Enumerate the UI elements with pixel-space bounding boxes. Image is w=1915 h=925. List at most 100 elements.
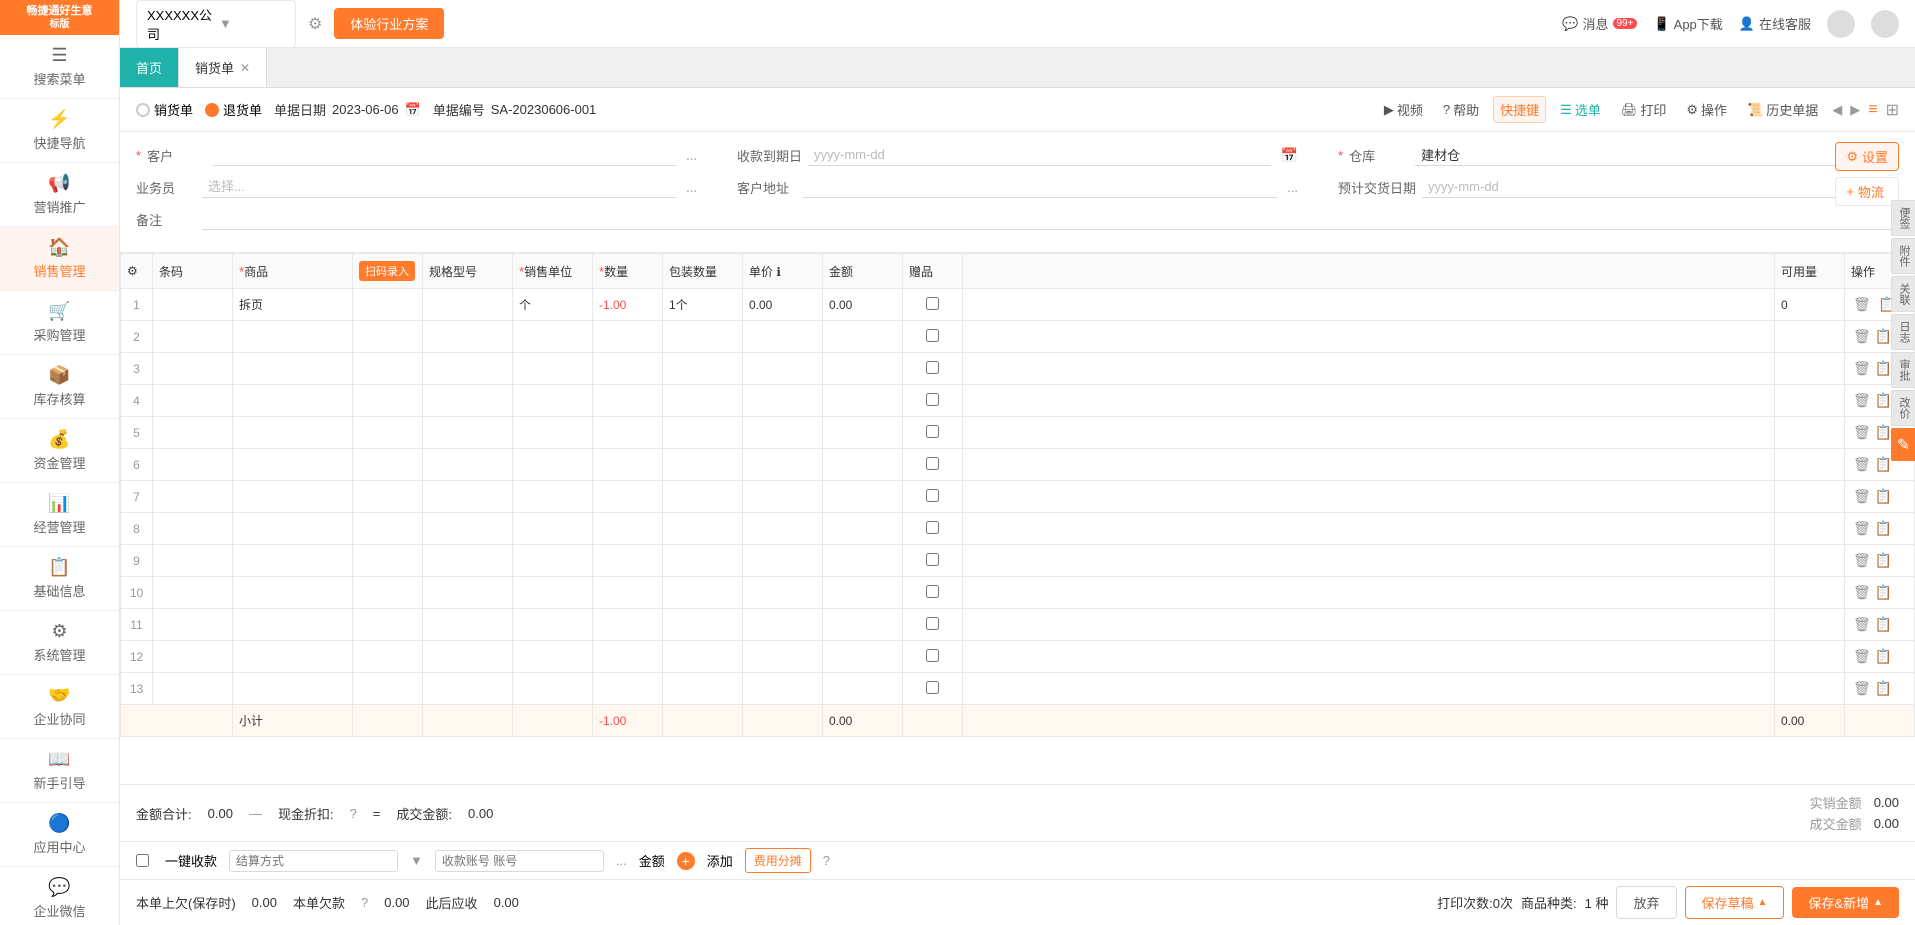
products-table-container[interactable]: ⚙ 条码 *商品 扫码录入 规格型号 *销售单位 *数量 包装数量 单价 ℹ 金… xyxy=(120,253,1915,785)
delete-row-icon[interactable]: 🗑 xyxy=(1853,680,1871,696)
sidebar-item-system[interactable]: ⚙ 系统管理 xyxy=(0,611,119,675)
cell-pkg-qty[interactable]: 1个 xyxy=(663,289,743,321)
sidebar-item-operations[interactable]: 📊 经营管理 xyxy=(0,483,119,547)
company-selector[interactable]: XXXXXX公司 ▼ xyxy=(136,0,296,48)
save-draft-btn[interactable]: 保存草稿 ▲ xyxy=(1685,886,1785,919)
toolbar-btn-help[interactable]: ? 帮助 xyxy=(1437,97,1485,122)
settings-action-btn[interactable]: ⚙ 设置 xyxy=(1835,142,1899,171)
radio-sales-order[interactable]: 销货单 xyxy=(136,100,193,119)
gift-checkbox[interactable] xyxy=(926,553,939,566)
copy-row-icon[interactable]: 📋 xyxy=(1875,520,1892,536)
note-btn[interactable]: 便签 xyxy=(1891,200,1915,236)
discard-btn[interactable]: 放弃 xyxy=(1616,886,1676,919)
copy-row-icon[interactable]: 📋 xyxy=(1875,648,1892,664)
customer-input[interactable] xyxy=(213,144,676,166)
message-btn[interactable]: 💬 消息 99+ xyxy=(1562,14,1637,33)
price-change-btn[interactable]: 改价 xyxy=(1891,390,1915,426)
remarks-input[interactable] xyxy=(202,208,1899,230)
customer-dots[interactable]: ... xyxy=(686,148,697,163)
delete-row-icon[interactable]: 🗑 xyxy=(1853,424,1871,440)
copy-row-icon[interactable]: 📋 xyxy=(1875,584,1892,600)
sidebar-item-marketing[interactable]: 📢 营销推广 xyxy=(0,163,119,227)
cell-unit[interactable]: 个 xyxy=(513,289,593,321)
gift-checkbox[interactable] xyxy=(926,681,939,694)
toolbar-btn-print[interactable]: 🖨 打印 xyxy=(1615,97,1673,122)
gift-checkbox[interactable] xyxy=(926,425,939,438)
help-icon2[interactable]: ? xyxy=(350,806,357,821)
save-new-btn[interactable]: 保存&新增 ▲ xyxy=(1792,887,1899,918)
tab-close-icon[interactable]: ✕ xyxy=(240,61,250,75)
attachment-btn[interactable]: 附件 xyxy=(1891,238,1915,274)
warehouse-input[interactable] xyxy=(1415,144,1878,166)
customer-address-input[interactable] xyxy=(803,176,1277,198)
delivery-date-input[interactable] xyxy=(1422,176,1872,198)
toolbar-btn-shortcuts[interactable]: 快捷键 xyxy=(1493,96,1546,123)
copy-row-icon[interactable]: 📋 xyxy=(1875,680,1892,696)
cell-product[interactable]: 拆页 xyxy=(233,289,353,321)
cell-qty[interactable]: -1.00 xyxy=(593,289,663,321)
delete-row-icon[interactable]: 🗑 xyxy=(1853,616,1871,632)
sidebar-item-basic-info[interactable]: 📋 基础信息 xyxy=(0,547,119,611)
cell-remark[interactable] xyxy=(963,289,1775,321)
gift-checkbox[interactable] xyxy=(926,329,939,342)
save-draft-chevron[interactable]: ▲ xyxy=(1758,897,1768,908)
user-avatar-2[interactable] xyxy=(1871,10,1899,38)
copy-row-icon[interactable]: 📋 xyxy=(1875,488,1892,504)
gift-checkbox[interactable] xyxy=(926,585,939,598)
cell-barcode[interactable] xyxy=(153,289,233,321)
copy-row-icon[interactable]: 📋 xyxy=(1875,552,1892,568)
gift-checkbox[interactable] xyxy=(926,393,939,406)
nav-next-icon[interactable]: ▶ xyxy=(1850,102,1860,118)
toolbar-btn-video[interactable]: ▶ 视频 xyxy=(1378,97,1429,122)
cell-amount[interactable]: 0.00 xyxy=(823,289,903,321)
copy-row-icon[interactable]: 📋 xyxy=(1875,328,1892,344)
log-btn[interactable]: 日志 xyxy=(1891,314,1915,350)
tab-sales-order[interactable]: 销货单 ✕ xyxy=(179,48,267,87)
delete-row-icon[interactable]: 🗑 xyxy=(1853,392,1871,408)
view-grid-icon[interactable]: ⊞ xyxy=(1886,100,1899,120)
sidebar-item-inventory[interactable]: 📦 库存核算 xyxy=(0,355,119,419)
online-service-btn[interactable]: 👤 在线客服 xyxy=(1739,14,1811,33)
copy-row-icon[interactable]: 📋 xyxy=(1875,424,1892,440)
gift-checkbox[interactable] xyxy=(926,649,939,662)
toolbar-btn-select[interactable]: ☰ 选单 xyxy=(1554,97,1607,122)
customer-address-dots[interactable]: ... xyxy=(1287,180,1298,195)
delete-row-icon[interactable]: 🗑 xyxy=(1853,488,1871,504)
salesperson-input[interactable] xyxy=(202,176,676,198)
gift-checkbox[interactable] xyxy=(926,361,939,374)
user-avatar[interactable] xyxy=(1827,10,1855,38)
action-panel-btn[interactable]: ✎ xyxy=(1891,428,1915,461)
gift-checkbox[interactable] xyxy=(926,457,939,470)
sidebar-item-guide[interactable]: 📖 新手引导 xyxy=(0,739,119,803)
sidebar-item-finance[interactable]: 💰 资金管理 xyxy=(0,419,119,483)
cell-gift[interactable] xyxy=(903,289,963,321)
radio-return-order[interactable]: 退货单 xyxy=(205,100,262,119)
delete-row-icon[interactable]: 🗑 xyxy=(1853,584,1871,600)
logistics-action-btn[interactable]: + 物流 xyxy=(1835,177,1899,206)
sidebar-item-search[interactable]: ☰ 搜索菜单 xyxy=(0,35,119,99)
credit-help-icon[interactable]: ? xyxy=(361,895,368,910)
gift-checkbox[interactable] xyxy=(926,521,939,534)
app-download-btn[interactable]: 📱 App下载 xyxy=(1653,14,1722,33)
delete-row-icon[interactable]: 🗑 xyxy=(1853,296,1871,312)
delete-row-icon[interactable]: 🗑 xyxy=(1853,520,1871,536)
sidebar-item-wechat[interactable]: 💬 企业微信 xyxy=(0,867,119,925)
add-payment-btn[interactable]: + xyxy=(677,852,695,870)
approval-btn[interactable]: 审批 xyxy=(1891,352,1915,388)
delete-row-icon[interactable]: 🗑 xyxy=(1853,648,1871,664)
sidebar-item-purchase[interactable]: 🛒 采购管理 xyxy=(0,291,119,355)
gift-checkbox[interactable] xyxy=(926,617,939,630)
sidebar-item-app-center[interactable]: 🔵 应用中心 xyxy=(0,803,119,867)
nav-prev-icon[interactable]: ◀ xyxy=(1832,102,1842,118)
sidebar-item-sales[interactable]: 🏠 销售管理 xyxy=(0,227,119,291)
col-scan[interactable]: 扫码录入 xyxy=(353,254,423,289)
settings-icon[interactable]: ⚙ xyxy=(308,14,322,34)
gift-checkbox[interactable] xyxy=(926,297,939,310)
date-picker-icon[interactable]: 📅 xyxy=(1281,147,1298,164)
save-new-chevron[interactable]: ▲ xyxy=(1873,897,1883,908)
sidebar-item-quick-nav[interactable]: ⚡ 快捷导航 xyxy=(0,99,119,163)
sidebar-item-enterprise[interactable]: 🤝 企业协同 xyxy=(0,675,119,739)
copy-row-icon[interactable]: 📋 xyxy=(1875,456,1892,472)
expense-split-btn[interactable]: 费用分摊 xyxy=(745,848,811,873)
relation-btn[interactable]: 关联 xyxy=(1891,276,1915,312)
